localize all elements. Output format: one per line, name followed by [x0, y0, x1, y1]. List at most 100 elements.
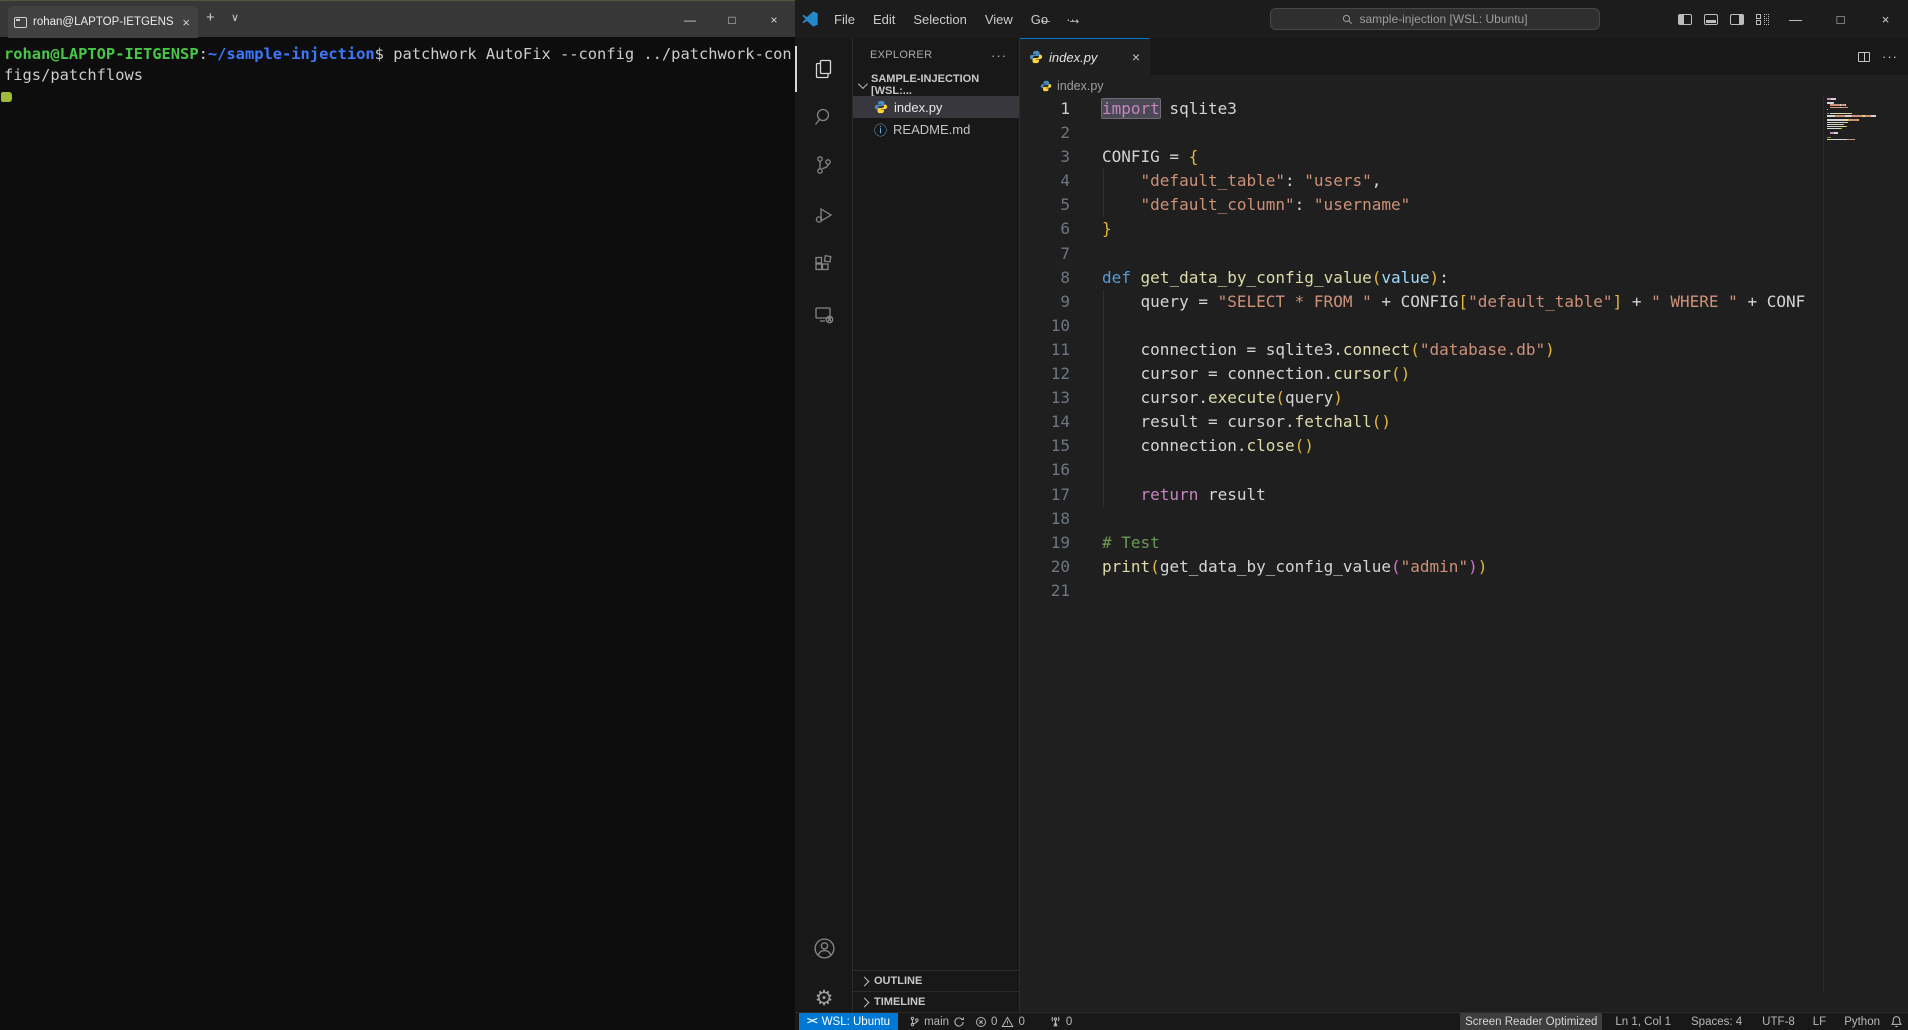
line-number: 16 — [1050, 460, 1070, 480]
toggle-sidebar-icon[interactable] — [1678, 13, 1692, 25]
terminal-tab-close-icon[interactable]: × — [180, 15, 192, 30]
explorer-sidebar: EXPLORER ··· SAMPLE-INJECTION [WSL:... i… — [853, 38, 1020, 1012]
code-line-2[interactable]: 2 — [1020, 121, 1908, 145]
vscode-close-button[interactable]: × — [1863, 0, 1908, 38]
problems-status[interactable]: 0 0 — [970, 1013, 1030, 1030]
activity-search-icon[interactable] — [795, 94, 853, 140]
encoding-status[interactable]: UTF-8 — [1757, 1013, 1800, 1030]
remote-indicator[interactable]: >< WSL: Ubuntu — [799, 1012, 899, 1030]
ports-status[interactable]: 0 — [1044, 1013, 1077, 1030]
code-line-21[interactable]: 21 — [1020, 579, 1908, 603]
git-branch-icon — [910, 1016, 919, 1027]
code-line-17[interactable]: 17 return result — [1020, 483, 1908, 507]
cursor-position-status[interactable]: Ln 1, Col 1 — [1610, 1013, 1676, 1030]
terminal-new-tab-button[interactable]: + — [206, 9, 215, 26]
editor-more-actions-icon[interactable]: ··· — [1882, 49, 1898, 64]
nav-back-button[interactable]: ← — [1038, 11, 1053, 28]
sidebar-title: EXPLORER — [870, 49, 933, 61]
code-line-10[interactable]: 10 — [1020, 314, 1908, 338]
code-line-6[interactable]: 6} — [1020, 217, 1908, 241]
menu-file[interactable]: File — [825, 12, 864, 27]
branch-status[interactable]: main — [904, 1013, 970, 1030]
activity-explorer-icon[interactable] — [795, 46, 853, 92]
vscode-window-controls: — □ × — [1773, 0, 1908, 38]
toggle-secondary-sidebar-icon[interactable] — [1730, 13, 1744, 25]
sidebar-section-timeline[interactable]: TIMELINE — [853, 991, 1019, 1012]
tab-label: index.py — [1049, 49, 1098, 65]
line-number: 11 — [1050, 339, 1070, 359]
line-number: 20 — [1050, 556, 1070, 576]
status-bar-right: Screen Reader Optimized Ln 1, Col 1 Spac… — [1460, 1012, 1908, 1030]
terminal-tab[interactable]: rohan@LAPTOP-IETGENSP: ~/ × — [8, 6, 198, 38]
code-line-7[interactable]: 7 — [1020, 242, 1908, 266]
vscode-window: File Edit Selection View Go ··· ← → sample-in… — [795, 0, 1908, 1030]
menu-edit[interactable]: Edit — [864, 12, 904, 27]
status-bar: >< WSL: Ubuntu main 0 0 0 Screen Reader … — [795, 1012, 1908, 1030]
split-editor-icon[interactable] — [1858, 51, 1870, 62]
breadcrumb-item: index.py — [1057, 79, 1104, 93]
code-line-11[interactable]: 11 connection = sqlite3.connect("databas… — [1020, 338, 1908, 362]
command-center-label: sample-injection [WSL: Ubuntu] — [1359, 12, 1528, 26]
nav-forward-button[interactable]: → — [1067, 11, 1082, 28]
sidebar-section-workspace[interactable]: SAMPLE-INJECTION [WSL:... — [853, 73, 1019, 97]
code-line-16[interactable]: 16 — [1020, 458, 1908, 482]
terminal-output[interactable]: rohan@LAPTOP-IETGENSP:~/sample-injection… — [4, 44, 792, 86]
terminal-tab-dropdown-icon[interactable]: ∨ — [231, 11, 239, 24]
accounts-icon[interactable] — [795, 925, 853, 971]
vscode-maximize-button[interactable]: □ — [1818, 0, 1863, 38]
sidebar-section-outline[interactable]: OUTLINE — [853, 970, 1019, 991]
menu-selection[interactable]: Selection — [904, 12, 975, 27]
terminal-tab-icon — [14, 16, 27, 28]
screen: rohan@LAPTOP-IETGENSP: ~/ × + ∨ — □ × ro… — [0, 0, 1908, 1030]
terminal-maximize-button[interactable]: □ — [711, 1, 753, 38]
editor-tabbar: index.py × ··· — [1020, 38, 1908, 75]
python-file-icon — [874, 100, 888, 114]
code-editor[interactable]: 1 import sqlite3 2 3 CONFIG = {4 "default_ta… — [1020, 97, 1908, 992]
sync-icon — [954, 1016, 964, 1027]
activity-source-control-icon[interactable] — [795, 142, 853, 188]
menu-view[interactable]: View — [976, 12, 1022, 27]
breadcrumb[interactable]: index.py — [1020, 75, 1908, 97]
sidebar-header: EXPLORER ··· — [853, 38, 1019, 72]
code-line-5[interactable]: 5 "default_column": "username" — [1020, 193, 1908, 217]
code-line-1[interactable]: 1 import sqlite3 — [1020, 97, 1908, 121]
tab-close-icon[interactable]: × — [1132, 49, 1140, 65]
chevron-down-icon — [857, 78, 868, 89]
eol-status[interactable]: LF — [1808, 1013, 1831, 1030]
terminal-close-button[interactable]: × — [753, 1, 795, 38]
code-line-15[interactable]: 15 connection.close() — [1020, 434, 1908, 458]
terminal-cursor — [1, 92, 12, 102]
file-item-index-py[interactable]: index.py — [853, 96, 1019, 118]
code-line-18[interactable]: 18 — [1020, 507, 1908, 531]
code-line-4[interactable]: 4 "default_table": "users", — [1020, 169, 1908, 193]
code-line-9[interactable]: 9 query = "SELECT * FROM " + CONFIG["def… — [1020, 290, 1908, 314]
tab-index-py[interactable]: index.py × — [1020, 38, 1150, 75]
language-mode-status[interactable]: Python — [1839, 1013, 1885, 1030]
file-item-readme-md[interactable]: ⓘ README.md — [853, 118, 1019, 140]
code-line-14[interactable]: 14 result = cursor.fetchall() — [1020, 410, 1908, 434]
code-line-19[interactable]: 19 # Test — [1020, 531, 1908, 555]
line-number: 5 — [1060, 195, 1070, 215]
code-line-13[interactable]: 13 cursor.execute(query) — [1020, 386, 1908, 410]
sidebar-more-actions-icon[interactable]: ··· — [991, 48, 1007, 63]
code-line-20[interactable]: 20 print(get_data_by_config_value("admin"… — [1020, 555, 1908, 579]
vscode-titlebar: File Edit Selection View Go ··· ← → sample-in… — [795, 0, 1908, 38]
notifications-status[interactable] — [1885, 1013, 1908, 1030]
activity-run-debug-icon[interactable] — [795, 192, 853, 238]
terminal-titlebar: rohan@LAPTOP-IETGENSP: ~/ × + ∨ — □ × — [0, 0, 795, 38]
line-number: 15 — [1050, 436, 1070, 456]
terminal-minimize-button[interactable]: — — [669, 1, 711, 38]
indentation-status[interactable]: Spaces: 4 — [1686, 1013, 1747, 1030]
command-center[interactable]: sample-injection [WSL: Ubuntu] — [1270, 8, 1600, 30]
toggle-panel-icon[interactable] — [1704, 13, 1718, 25]
code-line-12[interactable]: 12 cursor = connection.cursor() — [1020, 362, 1908, 386]
screen-reader-status[interactable]: Screen Reader Optimized — [1460, 1012, 1603, 1030]
line-number: 13 — [1050, 388, 1070, 408]
remote-icon: >< — [807, 1016, 818, 1027]
customize-layout-icon[interactable] — [1756, 13, 1770, 25]
code-line-3[interactable]: 3 CONFIG = { — [1020, 145, 1908, 169]
activity-remote-explorer-icon[interactable] — [795, 292, 853, 338]
code-line-8[interactable]: 8 def get_data_by_config_value(value): — [1020, 266, 1908, 290]
activity-extensions-icon[interactable] — [795, 242, 853, 288]
vscode-minimize-button[interactable]: — — [1773, 0, 1818, 38]
